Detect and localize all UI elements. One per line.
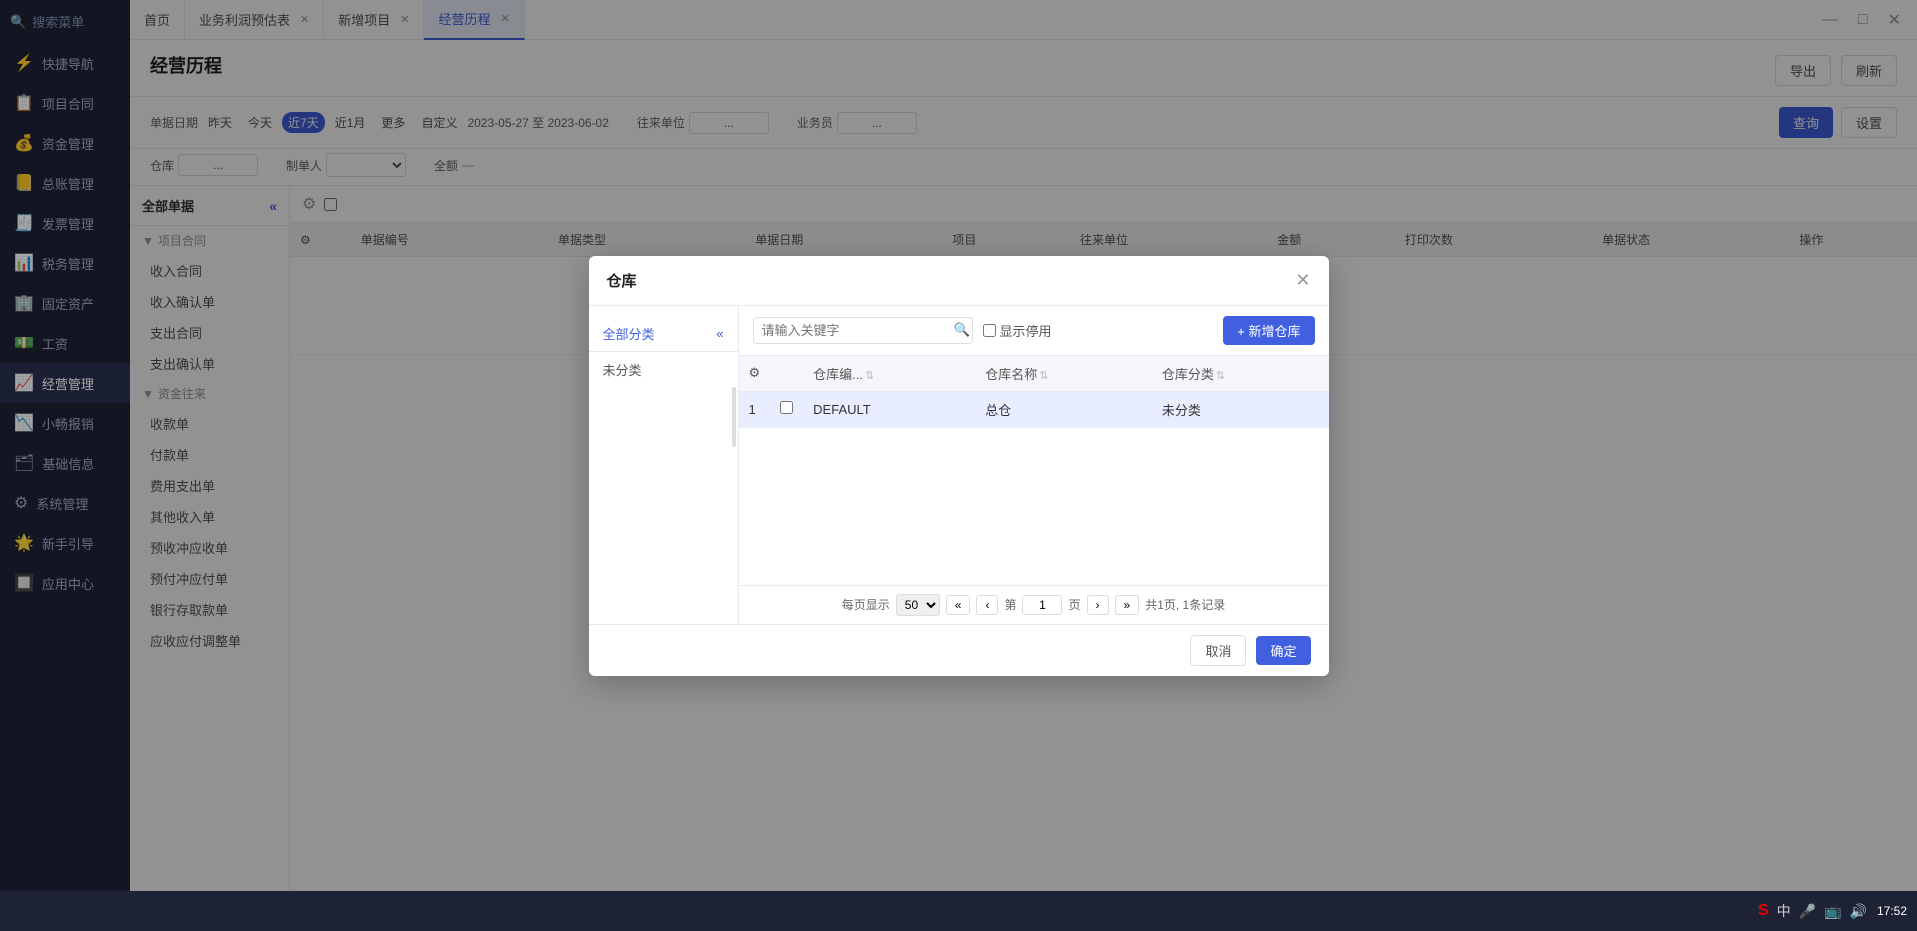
dialog-left-panel: 全部分类 « 未分类: [589, 306, 739, 624]
dialog-td-name: 总仓: [975, 391, 1152, 427]
dialog-th-name: 仓库名称⇅: [975, 356, 1152, 392]
dialog-next-btn[interactable]: ›: [1087, 595, 1109, 615]
dialog-pagination: 每页显示 50 « ‹ 第 页 › » 共1页, 1条记录: [739, 585, 1329, 624]
dialog-table-row[interactable]: 1 DEFAULT 总仓 未分类: [739, 391, 1329, 427]
dialog-th-setting: ⚙: [739, 356, 771, 392]
dialog-th-code: 仓库编...⇅: [803, 356, 975, 392]
dialog-first-btn[interactable]: «: [946, 595, 971, 615]
dialog-right-panel: 🔍 显示停用 + 新增仓库 ⚙: [739, 306, 1329, 624]
taskbar-icons: S 中 🎤 📺 🔊: [1758, 901, 1867, 921]
dialog-body: 全部分类 « 未分类 🔍: [589, 306, 1329, 624]
dialog-footer: 取消 确定: [589, 624, 1329, 676]
dialog-last-btn[interactable]: »: [1115, 595, 1140, 615]
dialog-toolbar: 🔍 显示停用 + 新增仓库: [739, 306, 1329, 356]
taskbar-icon-input[interactable]: 中: [1777, 901, 1791, 921]
dialog-show-disabled-checkbox[interactable]: [983, 324, 996, 337]
dialog-show-disabled-label: 显示停用: [983, 321, 1052, 340]
dialog-td-setting: 1: [739, 391, 771, 427]
dialog-page-label: 第: [1004, 596, 1016, 613]
dialog-td-code: DEFAULT: [803, 391, 975, 427]
dialog-uncategorized[interactable]: 未分类: [589, 352, 738, 387]
dialog-search-btn[interactable]: 🔍: [946, 318, 973, 342]
taskbar-icon-vol[interactable]: 🔊: [1850, 903, 1867, 920]
taskbar: S 中 🎤 📺 🔊 17:52: [0, 891, 1917, 931]
dialog-overlay: 仓库 ✕ 全部分类 « 未分类: [0, 0, 1917, 931]
dialog-cancel-btn[interactable]: 取消: [1190, 635, 1246, 666]
dialog-confirm-btn[interactable]: 确定: [1256, 636, 1310, 665]
dialog-close-btn[interactable]: ✕: [1295, 270, 1310, 291]
dialog-search-input[interactable]: [754, 318, 946, 343]
dialog-td-checkbox: [770, 391, 803, 427]
taskbar-icon-screen[interactable]: 📺: [1824, 903, 1841, 920]
dialog-row-checkbox[interactable]: [780, 401, 793, 414]
taskbar-icon-mic[interactable]: 🎤: [1799, 903, 1816, 920]
dialog-page-label2: 页: [1068, 596, 1080, 613]
warehouse-dialog: 仓库 ✕ 全部分类 « 未分类: [589, 256, 1329, 676]
dialog-header: 仓库 ✕: [589, 256, 1329, 306]
dialog-per-page-label: 每页显示: [842, 596, 890, 613]
dialog-table: ⚙ 仓库编...⇅ 仓库名称⇅ 仓库分类⇅: [739, 356, 1329, 585]
taskbar-time: 17:52: [1877, 904, 1907, 918]
dialog-td-category: 未分类: [1152, 391, 1329, 427]
dialog-all-category[interactable]: 全部分类: [603, 324, 655, 343]
dialog-search-box: 🔍: [753, 317, 973, 344]
dialog-per-page-select[interactable]: 50: [896, 594, 940, 616]
dialog-left-collapse-btn[interactable]: «: [716, 326, 723, 341]
dialog-total-info: 共1页, 1条记录: [1145, 596, 1225, 613]
dialog-page-input[interactable]: [1022, 595, 1062, 615]
dialog-th-checkbox: [770, 356, 803, 392]
dialog-th-category: 仓库分类⇅: [1152, 356, 1329, 392]
dialog-left-header: 全部分类 «: [589, 316, 738, 352]
dialog-title: 仓库: [607, 270, 637, 291]
dialog-prev-btn[interactable]: ‹: [976, 595, 998, 615]
taskbar-icon-s[interactable]: S: [1758, 902, 1769, 920]
dialog-add-btn[interactable]: + 新增仓库: [1223, 316, 1314, 345]
